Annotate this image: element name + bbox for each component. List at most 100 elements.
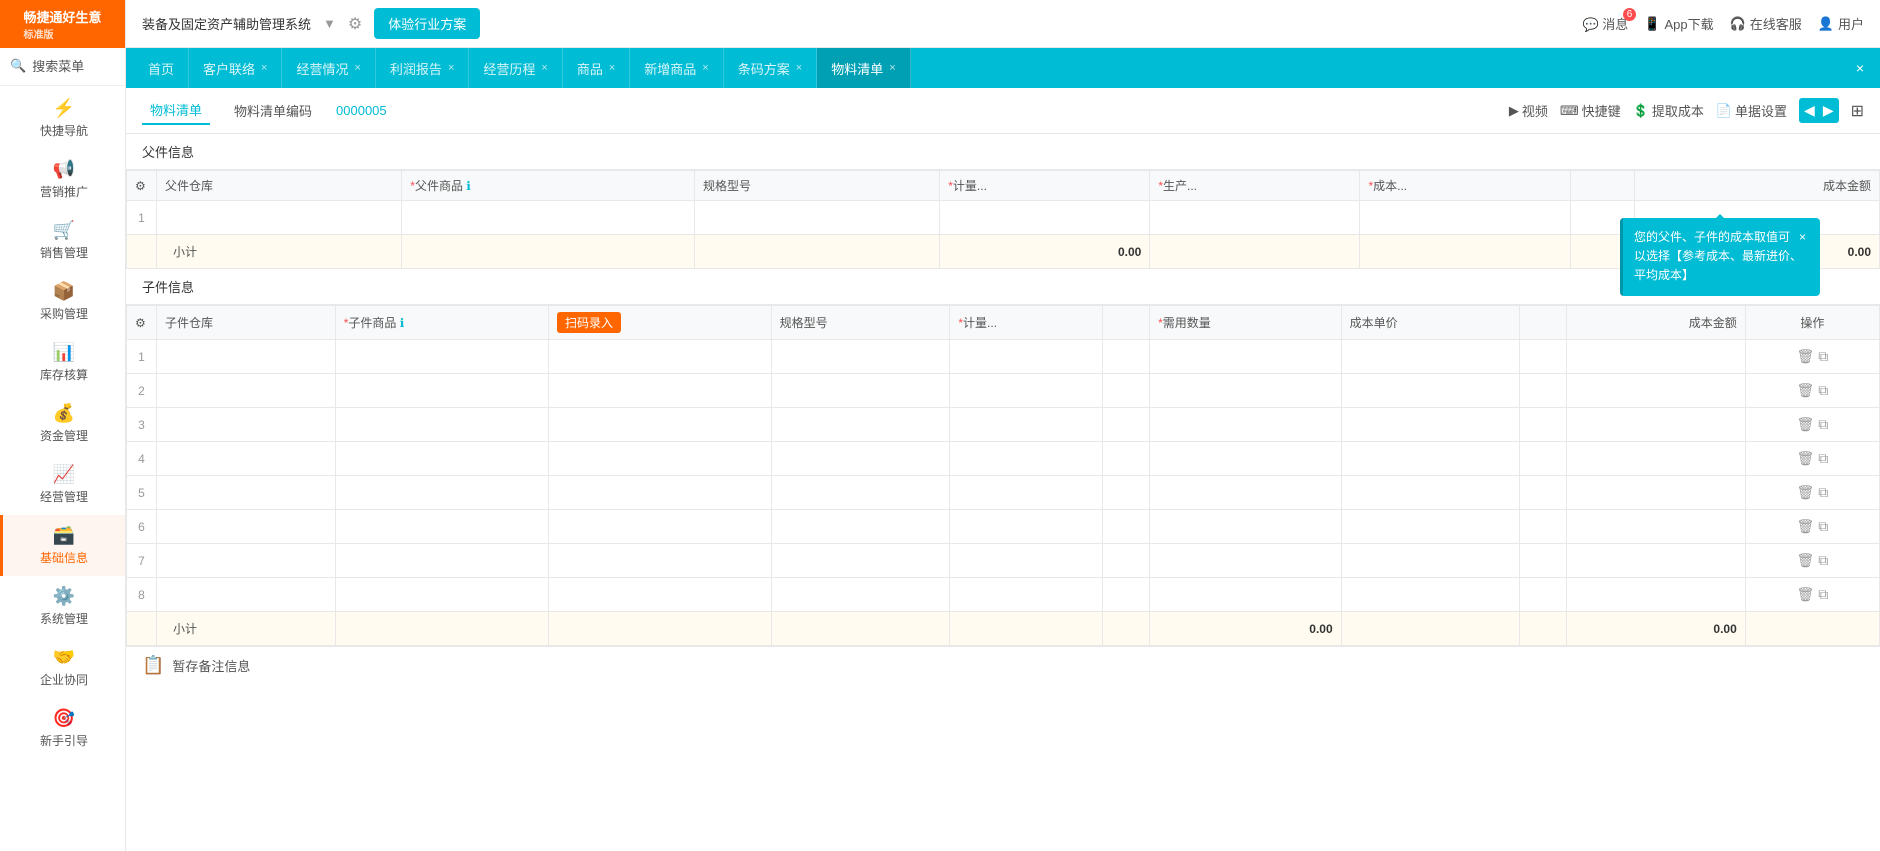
child-row-4-warehouse[interactable] <box>157 442 336 476</box>
sidebar-item-marketing[interactable]: 📢 营销推广 <box>0 149 125 210</box>
tab-operations-close[interactable]: × <box>354 62 360 74</box>
action-extract-cost[interactable]: 💲 提取成本 <box>1633 101 1704 120</box>
settings-icon[interactable]: ⚙ <box>348 14 362 34</box>
prev-arrow[interactable]: ◀ <box>1801 100 1818 121</box>
child-row-3-unit[interactable] <box>950 408 1103 442</box>
child-row-4-product[interactable] <box>335 442 548 476</box>
parent-row-1-unit[interactable] <box>940 201 1150 235</box>
child-row-8-qty[interactable] <box>1150 578 1342 612</box>
child-row-4-unit[interactable] <box>950 442 1103 476</box>
child-row-8-unit-cost[interactable] <box>1341 578 1520 612</box>
parent-row-1-product[interactable] <box>402 201 695 235</box>
child-row-4-spec[interactable] <box>771 442 950 476</box>
tab-goods-close[interactable]: × <box>609 62 615 74</box>
child-row-5-unit[interactable] <box>950 476 1103 510</box>
child-row-3-product[interactable] <box>335 408 548 442</box>
tooltip-close-btn[interactable]: × <box>1799 228 1806 247</box>
child-row-7-unit-cost[interactable] <box>1341 544 1520 578</box>
parent-row-1-cost[interactable] <box>1360 201 1570 235</box>
tab-profit[interactable]: 利润报告 × <box>376 48 469 88</box>
trial-btn[interactable]: 体验行业方案 <box>374 8 480 39</box>
child-row-5-delete-icon[interactable]: 🗑 <box>1797 484 1815 501</box>
child-row-2-product[interactable] <box>335 374 548 408</box>
child-row-5-qty[interactable] <box>1150 476 1342 510</box>
child-row-7-qty[interactable] <box>1150 544 1342 578</box>
tab-home[interactable]: 首页 <box>134 48 189 88</box>
child-row-6-delete-icon[interactable]: 🗑 <box>1797 518 1815 535</box>
user-btn[interactable]: 👤 用户 <box>1818 14 1864 33</box>
system-title-dropdown-icon[interactable]: ▼ <box>323 16 336 31</box>
sidebar-item-enterprise[interactable]: 🤝 企业协同 <box>0 637 125 698</box>
sidebar-item-guide[interactable]: 🎯 新手引导 <box>0 698 125 759</box>
child-row-3-unit-cost[interactable] <box>1341 408 1520 442</box>
child-col-settings[interactable]: ⚙ <box>127 306 157 340</box>
sidebar-item-basic-info[interactable]: 🗃️ 基础信息 <box>0 515 125 576</box>
child-row-1-product[interactable] <box>335 340 548 374</box>
tab-profit-close[interactable]: × <box>448 62 454 74</box>
tab-history-close[interactable]: × <box>541 62 547 74</box>
child-row-7-unit[interactable] <box>950 544 1103 578</box>
child-product-help-icon[interactable]: ℹ <box>400 316 405 330</box>
child-row-2-unit[interactable] <box>950 374 1103 408</box>
tab-bom[interactable]: 物料清单 × <box>817 48 910 88</box>
action-doc-settings[interactable]: 📄 单据设置 <box>1716 101 1787 120</box>
child-row-5-copy-icon[interactable]: ⧉ <box>1818 484 1828 501</box>
child-row-7-delete-icon[interactable]: 🗑 <box>1797 552 1815 569</box>
tab-bom-close[interactable]: × <box>889 62 895 74</box>
child-row-1-unit[interactable] <box>950 340 1103 374</box>
action-shortcut[interactable]: ⌨ 快捷键 <box>1560 101 1621 120</box>
sub-tab-bom-code[interactable]: 物料清单编码 <box>226 97 320 124</box>
tab-barcode[interactable]: 条码方案 × <box>724 48 817 88</box>
tab-customers[interactable]: 客户联络 × <box>189 48 282 88</box>
child-row-1-qty[interactable] <box>1150 340 1342 374</box>
child-row-8-warehouse[interactable] <box>157 578 336 612</box>
child-row-6-copy-icon[interactable]: ⧉ <box>1818 518 1828 535</box>
sidebar-search[interactable]: 🔍 搜索菜单 <box>0 48 125 83</box>
child-row-2-qty[interactable] <box>1150 374 1342 408</box>
sidebar-item-operation[interactable]: 📈 经营管理 <box>0 454 125 515</box>
child-row-7-copy-icon[interactable]: ⧉ <box>1818 552 1828 569</box>
sidebar-item-finance[interactable]: 💰 资金管理 <box>0 393 125 454</box>
action-video[interactable]: ▶ 视频 <box>1509 101 1548 120</box>
tab-barcode-close[interactable]: × <box>796 62 802 74</box>
child-row-1-copy-icon[interactable]: ⧉ <box>1818 348 1828 365</box>
child-row-6-unit-cost[interactable] <box>1341 510 1520 544</box>
tab-customers-close[interactable]: × <box>261 62 267 74</box>
child-row-2-delete-icon[interactable]: 🗑 <box>1797 382 1815 399</box>
child-row-4-copy-icon[interactable]: ⧉ <box>1818 450 1828 467</box>
tab-history[interactable]: 经营历程 × <box>469 48 562 88</box>
child-row-1-delete-icon[interactable]: 🗑 <box>1797 348 1815 365</box>
child-row-2-unit-cost[interactable] <box>1341 374 1520 408</box>
child-row-3-qty[interactable] <box>1150 408 1342 442</box>
child-row-5-unit-cost[interactable] <box>1341 476 1520 510</box>
child-row-6-product[interactable] <box>335 510 548 544</box>
child-row-4-delete-icon[interactable]: 🗑 <box>1797 450 1815 467</box>
sidebar-item-system[interactable]: ⚙️ 系统管理 <box>0 576 125 637</box>
online-service-btn[interactable]: 🎧 在线客服 <box>1730 14 1802 33</box>
child-row-2-copy-icon[interactable]: ⧉ <box>1818 382 1828 399</box>
child-row-6-spec[interactable] <box>771 510 950 544</box>
child-row-2-warehouse[interactable] <box>157 374 336 408</box>
tab-goods[interactable]: 商品 × <box>563 48 630 88</box>
next-arrow[interactable]: ▶ <box>1820 100 1837 121</box>
sidebar-item-sales[interactable]: 🛒 销售管理 <box>0 210 125 271</box>
tab-operations[interactable]: 经营情况 × <box>282 48 375 88</box>
child-row-8-spec[interactable] <box>771 578 950 612</box>
child-row-8-unit[interactable] <box>950 578 1103 612</box>
child-row-1-unit-cost[interactable] <box>1341 340 1520 374</box>
scan-input-btn[interactable]: 扫码录入 <box>557 312 621 333</box>
sub-tab-bom[interactable]: 物料清单 <box>142 96 210 125</box>
child-row-1-spec[interactable] <box>771 340 950 374</box>
child-row-8-delete-icon[interactable]: 🗑 <box>1797 586 1815 603</box>
parent-row-1-spec[interactable] <box>694 201 939 235</box>
child-row-2-spec[interactable] <box>771 374 950 408</box>
parent-row-1-warehouse[interactable] <box>157 201 402 235</box>
tab-close-all[interactable]: × <box>1848 60 1872 76</box>
sidebar-item-purchase[interactable]: 📦 采购管理 <box>0 271 125 332</box>
child-row-3-spec[interactable] <box>771 408 950 442</box>
child-row-7-product[interactable] <box>335 544 548 578</box>
message-btn[interactable]: 💬 消息 6 <box>1582 14 1628 33</box>
child-row-1-warehouse[interactable] <box>157 340 336 374</box>
tab-new-goods-close[interactable]: × <box>702 62 708 74</box>
child-row-6-unit[interactable] <box>950 510 1103 544</box>
